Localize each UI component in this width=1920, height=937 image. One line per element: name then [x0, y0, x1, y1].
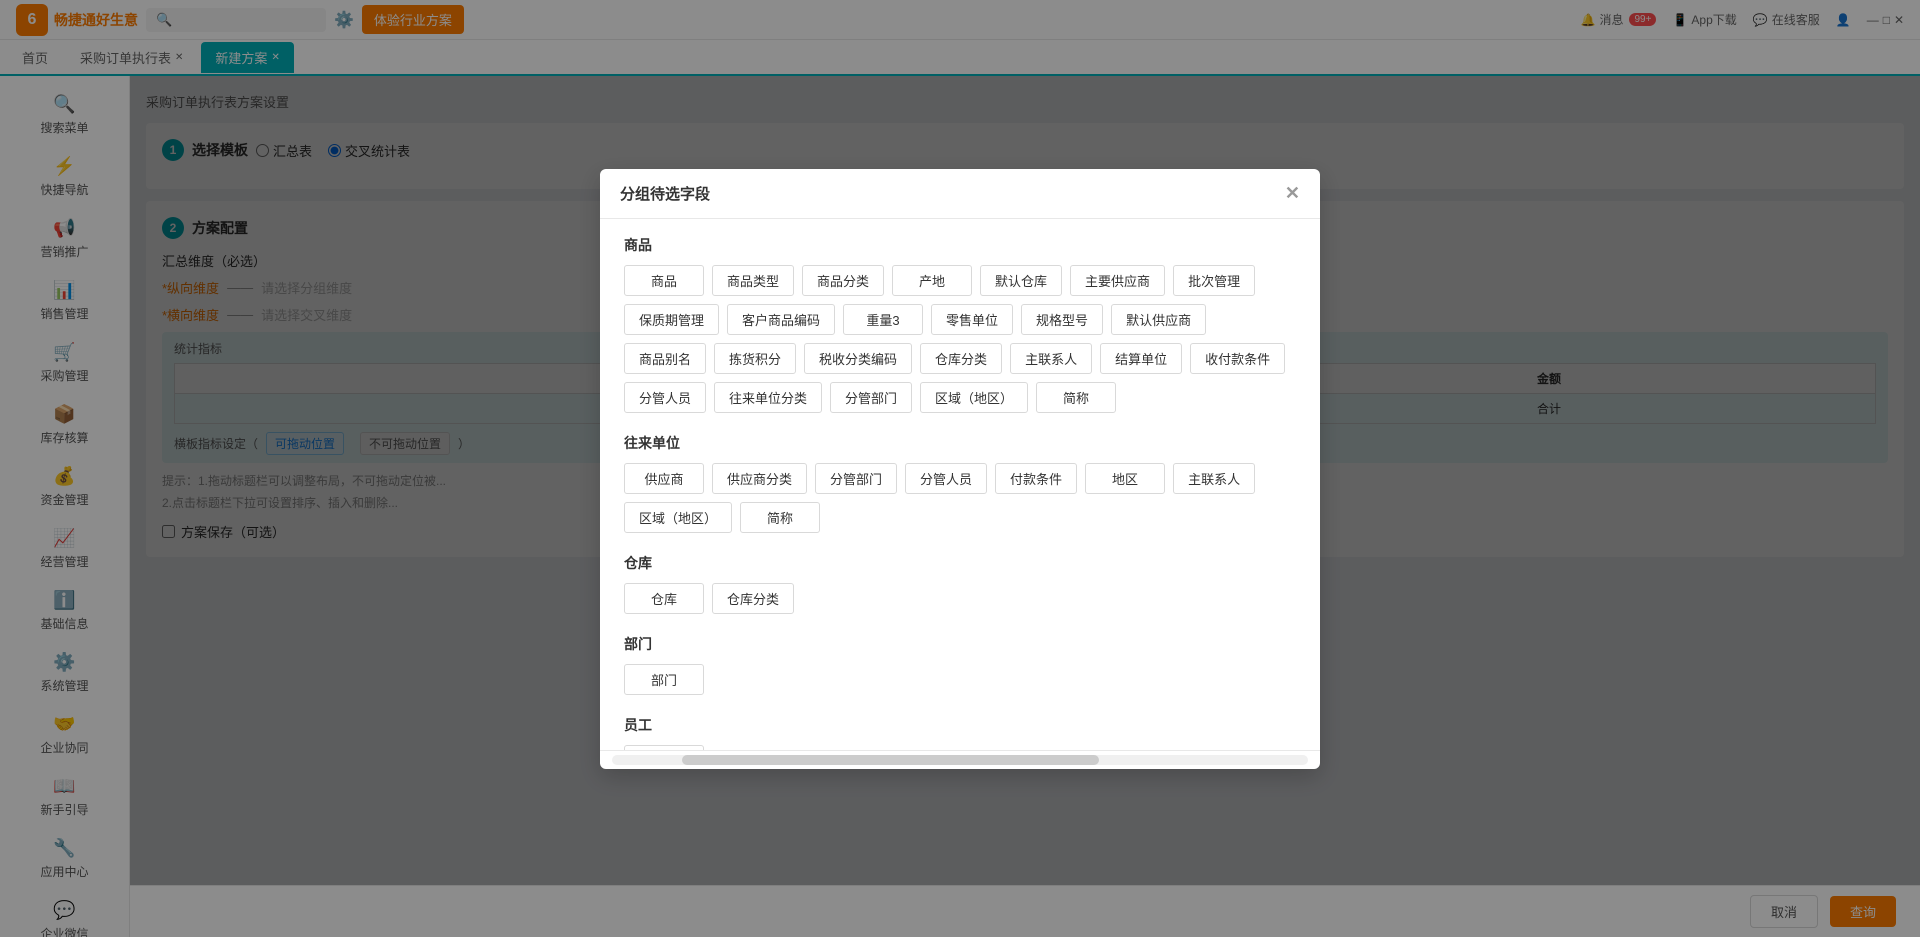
field-spec-model[interactable]: 规格型号 [1021, 304, 1103, 335]
field-pick-points[interactable]: 拣货积分 [714, 343, 796, 374]
field-default-warehouse[interactable]: 默认仓库 [980, 265, 1062, 296]
section-warehouse: 仓库 仓库 仓库分类 [624, 553, 1296, 614]
section-product-title: 商品 [624, 235, 1296, 255]
section-warehouse-title: 仓库 [624, 553, 1296, 573]
field-default-supplier[interactable]: 默认供应商 [1111, 304, 1206, 335]
field-payment-terms[interactable]: 收付款条件 [1190, 343, 1285, 374]
section-employee-title: 员工 [624, 715, 1296, 735]
field-mgr-dept[interactable]: 分管部门 [815, 463, 897, 494]
product-fields: 商品 商品类型 商品分类 产地 默认仓库 主要供应商 批次管理 保质期管理 客户… [624, 265, 1296, 413]
field-settlement-unit[interactable]: 结算单位 [1100, 343, 1182, 374]
section-partner-title: 往来单位 [624, 433, 1296, 453]
field-abbr-product[interactable]: 简称 [1036, 382, 1116, 413]
modal-scroll-bottom [600, 750, 1320, 769]
field-abbr-partner[interactable]: 简称 [740, 502, 820, 533]
field-supplier[interactable]: 供应商 [624, 463, 704, 494]
warehouse-fields: 仓库 仓库分类 [624, 583, 1296, 614]
field-retail-unit[interactable]: 零售单位 [931, 304, 1013, 335]
department-fields: 部门 [624, 664, 1296, 695]
modal-close-icon[interactable]: ✕ [1285, 183, 1300, 204]
field-warehouse-cat[interactable]: 仓库分类 [920, 343, 1002, 374]
section-department-title: 部门 [624, 634, 1296, 654]
field-region-partner[interactable]: 区域（地区） [624, 502, 732, 533]
field-product[interactable]: 商品 [624, 265, 704, 296]
modal-overlay: 分组待选字段 ✕ 商品 商品 商品类型 商品分类 产地 默认仓库 主要供应商 批… [0, 0, 1920, 937]
modal-header: 分组待选字段 ✕ [600, 169, 1320, 219]
modal-title: 分组待选字段 [620, 183, 710, 204]
field-product-alias[interactable]: 商品别名 [624, 343, 706, 374]
field-pay-cond[interactable]: 付款条件 [995, 463, 1077, 494]
field-expiry-mgmt[interactable]: 保质期管理 [624, 304, 719, 335]
section-employee: 员工 业务员 [624, 715, 1296, 750]
field-selection-modal: 分组待选字段 ✕ 商品 商品 商品类型 商品分类 产地 默认仓库 主要供应商 批… [600, 169, 1320, 769]
field-region-product[interactable]: 区域（地区） [920, 382, 1028, 413]
scrollbar-thumb [682, 755, 1100, 765]
field-main-contact2[interactable]: 主联系人 [1173, 463, 1255, 494]
field-tax-code[interactable]: 税收分类编码 [804, 343, 912, 374]
field-mgr-person[interactable]: 分管人员 [905, 463, 987, 494]
field-supplier-cat[interactable]: 供应商分类 [712, 463, 807, 494]
field-batch-mgmt[interactable]: 批次管理 [1173, 265, 1255, 296]
section-partner: 往来单位 供应商 供应商分类 分管部门 分管人员 付款条件 地区 主联系人 区域… [624, 433, 1296, 533]
field-main-supplier[interactable]: 主要供应商 [1070, 265, 1165, 296]
section-department: 部门 部门 [624, 634, 1296, 695]
field-main-contact[interactable]: 主联系人 [1010, 343, 1092, 374]
field-area[interactable]: 地区 [1085, 463, 1165, 494]
section-product: 商品 商品 商品类型 商品分类 产地 默认仓库 主要供应商 批次管理 保质期管理… [624, 235, 1296, 413]
horizontal-scrollbar[interactable] [612, 755, 1308, 765]
field-weight3[interactable]: 重量3 [843, 304, 923, 335]
field-origin[interactable]: 产地 [892, 265, 972, 296]
field-department[interactable]: 部门 [624, 664, 704, 695]
field-supervisor[interactable]: 分管人员 [624, 382, 706, 413]
field-partner-type[interactable]: 往来单位分类 [714, 382, 822, 413]
field-product-type[interactable]: 商品类型 [712, 265, 794, 296]
field-customer-code[interactable]: 客户商品编码 [727, 304, 835, 335]
field-dept-mgr[interactable]: 分管部门 [830, 382, 912, 413]
field-warehouse-category[interactable]: 仓库分类 [712, 583, 794, 614]
modal-body[interactable]: 商品 商品 商品类型 商品分类 产地 默认仓库 主要供应商 批次管理 保质期管理… [600, 219, 1320, 750]
field-product-category[interactable]: 商品分类 [802, 265, 884, 296]
field-warehouse[interactable]: 仓库 [624, 583, 704, 614]
partner-fields: 供应商 供应商分类 分管部门 分管人员 付款条件 地区 主联系人 区域（地区） … [624, 463, 1296, 533]
